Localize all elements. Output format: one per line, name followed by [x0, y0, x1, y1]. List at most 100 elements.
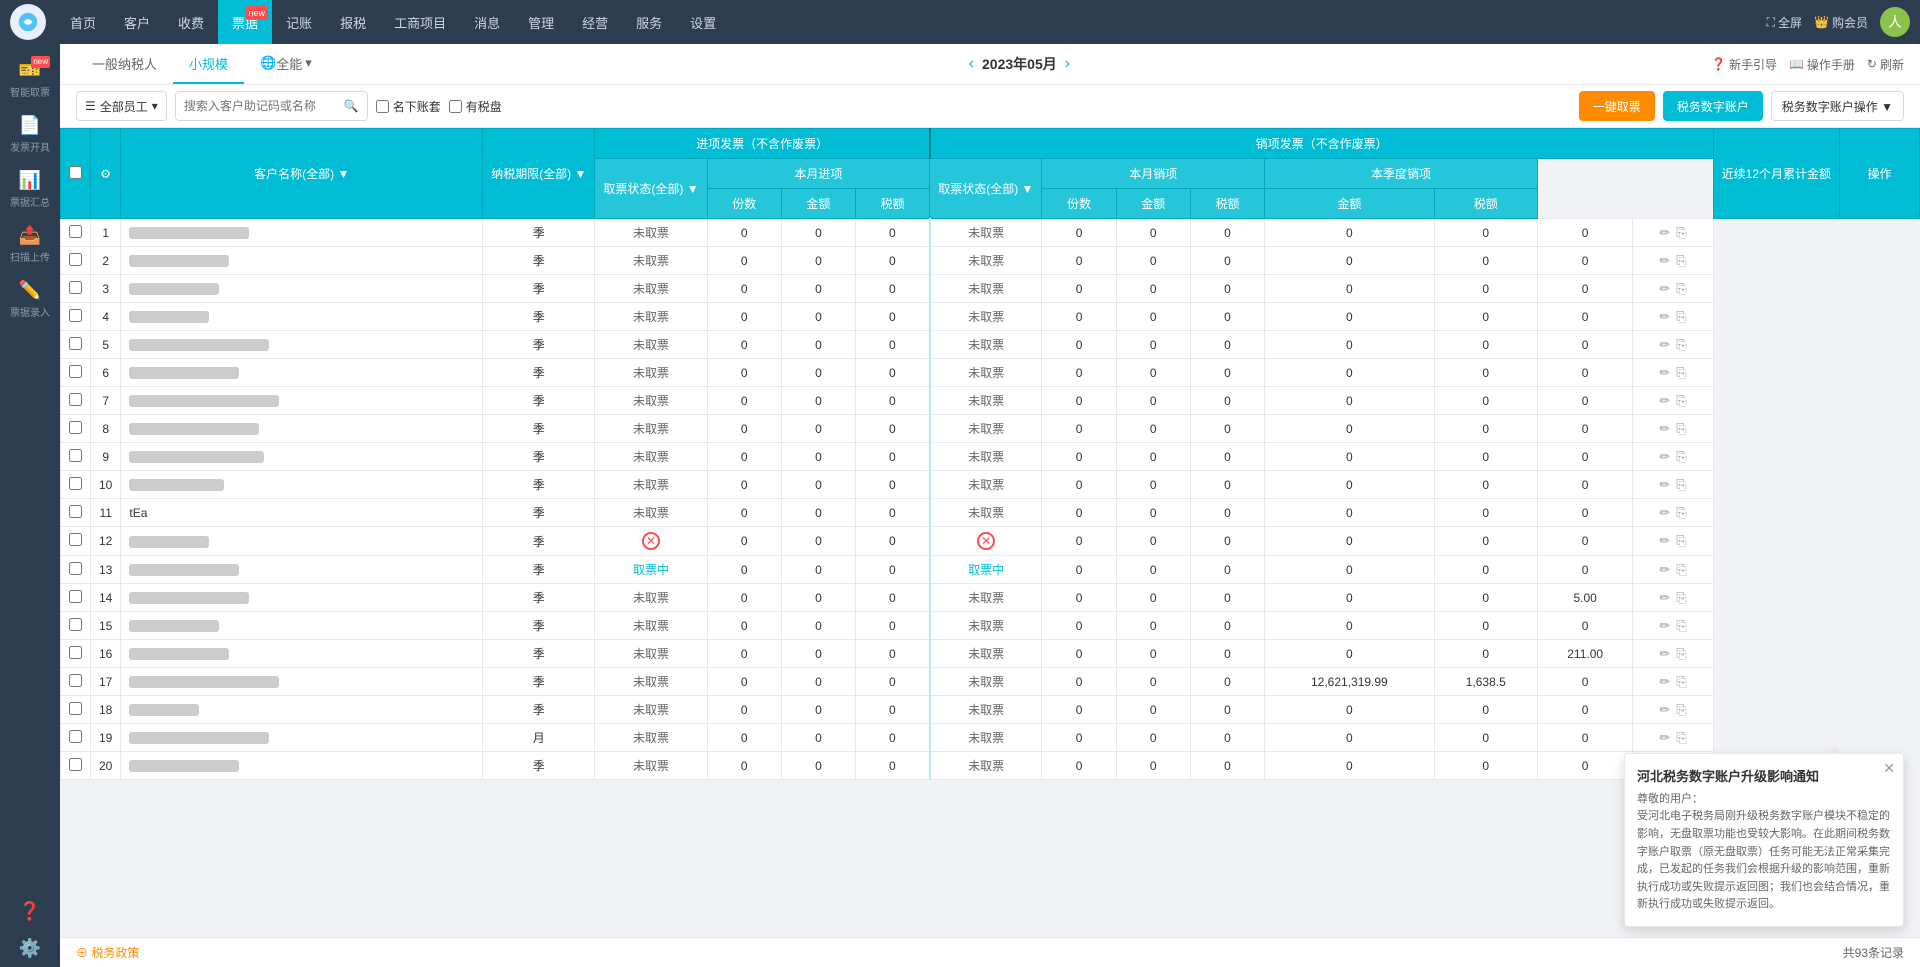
edit-icon[interactable]: ✏	[1659, 309, 1670, 325]
sidebar-item-invoice-open[interactable]: 📄 发票开具	[0, 107, 60, 162]
next-period-btn[interactable]: ›	[1065, 55, 1070, 73]
copy-icon[interactable]: ⎘	[1676, 477, 1686, 493]
sidebar-item-scan[interactable]: 📤 扫描上传	[0, 217, 60, 272]
edit-icon[interactable]: ✏	[1659, 449, 1670, 465]
nav-invoice[interactable]: 票据 new	[218, 0, 272, 44]
row-checkbox[interactable]	[69, 533, 82, 546]
tab-all[interactable]: 🌐 全能 ▾	[244, 44, 328, 84]
row-checkbox[interactable]	[69, 393, 82, 406]
row-checkbox[interactable]	[69, 253, 82, 266]
tax-disk-checkbox-label[interactable]: 有税盘	[449, 98, 502, 115]
edit-icon[interactable]: ✏	[1659, 562, 1670, 578]
row-checkbox[interactable]	[69, 674, 82, 687]
my-account-checkbox[interactable]	[376, 100, 389, 113]
row-checkbox[interactable]	[69, 477, 82, 490]
search-input[interactable]	[184, 99, 344, 113]
row-checkbox[interactable]	[69, 702, 82, 715]
user-avatar[interactable]: 人	[1880, 7, 1910, 37]
prev-period-btn[interactable]: ‹	[969, 55, 974, 73]
row-checkbox[interactable]	[69, 730, 82, 743]
one-click-invoice-btn[interactable]: 一键取票	[1579, 91, 1655, 121]
edit-icon[interactable]: ✏	[1659, 393, 1670, 409]
copy-icon[interactable]: ⎘	[1676, 646, 1686, 662]
settings-col-icon[interactable]: ⚙	[100, 167, 111, 181]
nav-settings[interactable]: 设置	[676, 0, 730, 44]
tax-disk-checkbox[interactable]	[449, 100, 462, 113]
edit-icon[interactable]: ✏	[1659, 365, 1670, 381]
sidebar-item-summary[interactable]: 📊 票据汇总	[0, 162, 60, 217]
digital-account-op-btn[interactable]: 税务数字账户操作 ▼	[1771, 91, 1904, 121]
copy-icon[interactable]: ⎘	[1676, 590, 1686, 606]
row-checkbox[interactable]	[69, 505, 82, 518]
row-checkbox[interactable]	[69, 421, 82, 434]
copy-icon[interactable]: ⎘	[1676, 730, 1686, 746]
copy-icon[interactable]: ⎘	[1676, 674, 1686, 690]
row-checkbox[interactable]	[69, 337, 82, 350]
row-checkbox[interactable]	[69, 590, 82, 603]
nav-tax[interactable]: 报税	[326, 0, 380, 44]
nav-fee[interactable]: 收费	[164, 0, 218, 44]
select-all-checkbox[interactable]	[69, 166, 82, 179]
copy-icon[interactable]: ⎘	[1676, 337, 1686, 353]
nav-operation[interactable]: 经营	[568, 0, 622, 44]
fullscreen-btn[interactable]: ⛶ 全屏	[1767, 14, 1802, 31]
row-checkbox[interactable]	[69, 562, 82, 575]
edit-icon[interactable]: ✏	[1659, 590, 1670, 606]
copy-icon[interactable]: ⎘	[1676, 702, 1686, 718]
nav-bookkeeping[interactable]: 记账	[272, 0, 326, 44]
row-checkbox[interactable]	[69, 225, 82, 238]
search-icon[interactable]: 🔍	[344, 99, 359, 113]
edit-icon[interactable]: ✏	[1659, 505, 1670, 521]
row-checkbox[interactable]	[69, 365, 82, 378]
copy-icon[interactable]: ⎘	[1676, 505, 1686, 521]
manual-btn[interactable]: 📖 操作手册	[1789, 56, 1855, 73]
copy-icon[interactable]: ⎘	[1676, 618, 1686, 634]
copy-icon[interactable]: ⎘	[1676, 562, 1686, 578]
row-checkbox[interactable]	[69, 281, 82, 294]
digital-account-btn[interactable]: 税务数字账户	[1663, 91, 1763, 121]
sidebar-item-entry[interactable]: ✏️ 票据录入	[0, 272, 60, 327]
edit-icon[interactable]: ✏	[1659, 702, 1670, 718]
edit-icon[interactable]: ✏	[1659, 730, 1670, 746]
tab-small-scale[interactable]: 小规模	[173, 44, 244, 84]
sidebar-item-settings[interactable]: ⚙️	[19, 930, 41, 967]
row-checkbox[interactable]	[69, 618, 82, 631]
copy-icon[interactable]: ⎘	[1676, 449, 1686, 465]
employee-select[interactable]: ☰ 全部员工 ▾	[76, 91, 167, 121]
tab-general-taxpayer[interactable]: 一般纳税人	[76, 44, 173, 84]
copy-icon[interactable]: ⎘	[1676, 393, 1686, 409]
edit-icon[interactable]: ✏	[1659, 533, 1670, 549]
refresh-btn[interactable]: ↻ 刷新	[1867, 56, 1904, 73]
edit-icon[interactable]: ✏	[1659, 225, 1670, 241]
copy-icon[interactable]: ⎘	[1676, 421, 1686, 437]
edit-icon[interactable]: ✏	[1659, 674, 1670, 690]
edit-icon[interactable]: ✏	[1659, 646, 1670, 662]
sidebar-item-ticket[interactable]: 🎫 智能取票 new	[0, 52, 60, 107]
my-account-checkbox-label[interactable]: 名下账套	[376, 98, 441, 115]
nav-home[interactable]: 首页	[56, 0, 110, 44]
tax-policy-link[interactable]: ⊕ 税务政策	[76, 944, 139, 961]
row-checkbox[interactable]	[69, 646, 82, 659]
sidebar-item-help[interactable]: ❓	[19, 893, 41, 930]
copy-icon[interactable]: ⎘	[1676, 225, 1686, 241]
edit-icon[interactable]: ✏	[1659, 477, 1670, 493]
nav-customer[interactable]: 客户	[110, 0, 164, 44]
copy-icon[interactable]: ⎘	[1676, 365, 1686, 381]
edit-icon[interactable]: ✏	[1659, 253, 1670, 269]
copy-icon[interactable]: ⎘	[1676, 281, 1686, 297]
copy-icon[interactable]: ⎘	[1676, 253, 1686, 269]
copy-icon[interactable]: ⎘	[1676, 309, 1686, 325]
copy-icon[interactable]: ⎘	[1676, 533, 1686, 549]
row-checkbox[interactable]	[69, 309, 82, 322]
nav-business[interactable]: 工商项目	[380, 0, 460, 44]
new-guide-btn[interactable]: ❓ 新手引导	[1711, 56, 1777, 73]
edit-icon[interactable]: ✏	[1659, 337, 1670, 353]
nav-service[interactable]: 服务	[622, 0, 676, 44]
edit-icon[interactable]: ✏	[1659, 281, 1670, 297]
row-checkbox[interactable]	[69, 758, 82, 771]
edit-icon[interactable]: ✏	[1659, 421, 1670, 437]
membership-btn[interactable]: 👑 购会员	[1814, 14, 1868, 31]
notification-close-btn[interactable]: ✕	[1883, 760, 1895, 777]
nav-manage[interactable]: 管理	[514, 0, 568, 44]
edit-icon[interactable]: ✏	[1659, 618, 1670, 634]
